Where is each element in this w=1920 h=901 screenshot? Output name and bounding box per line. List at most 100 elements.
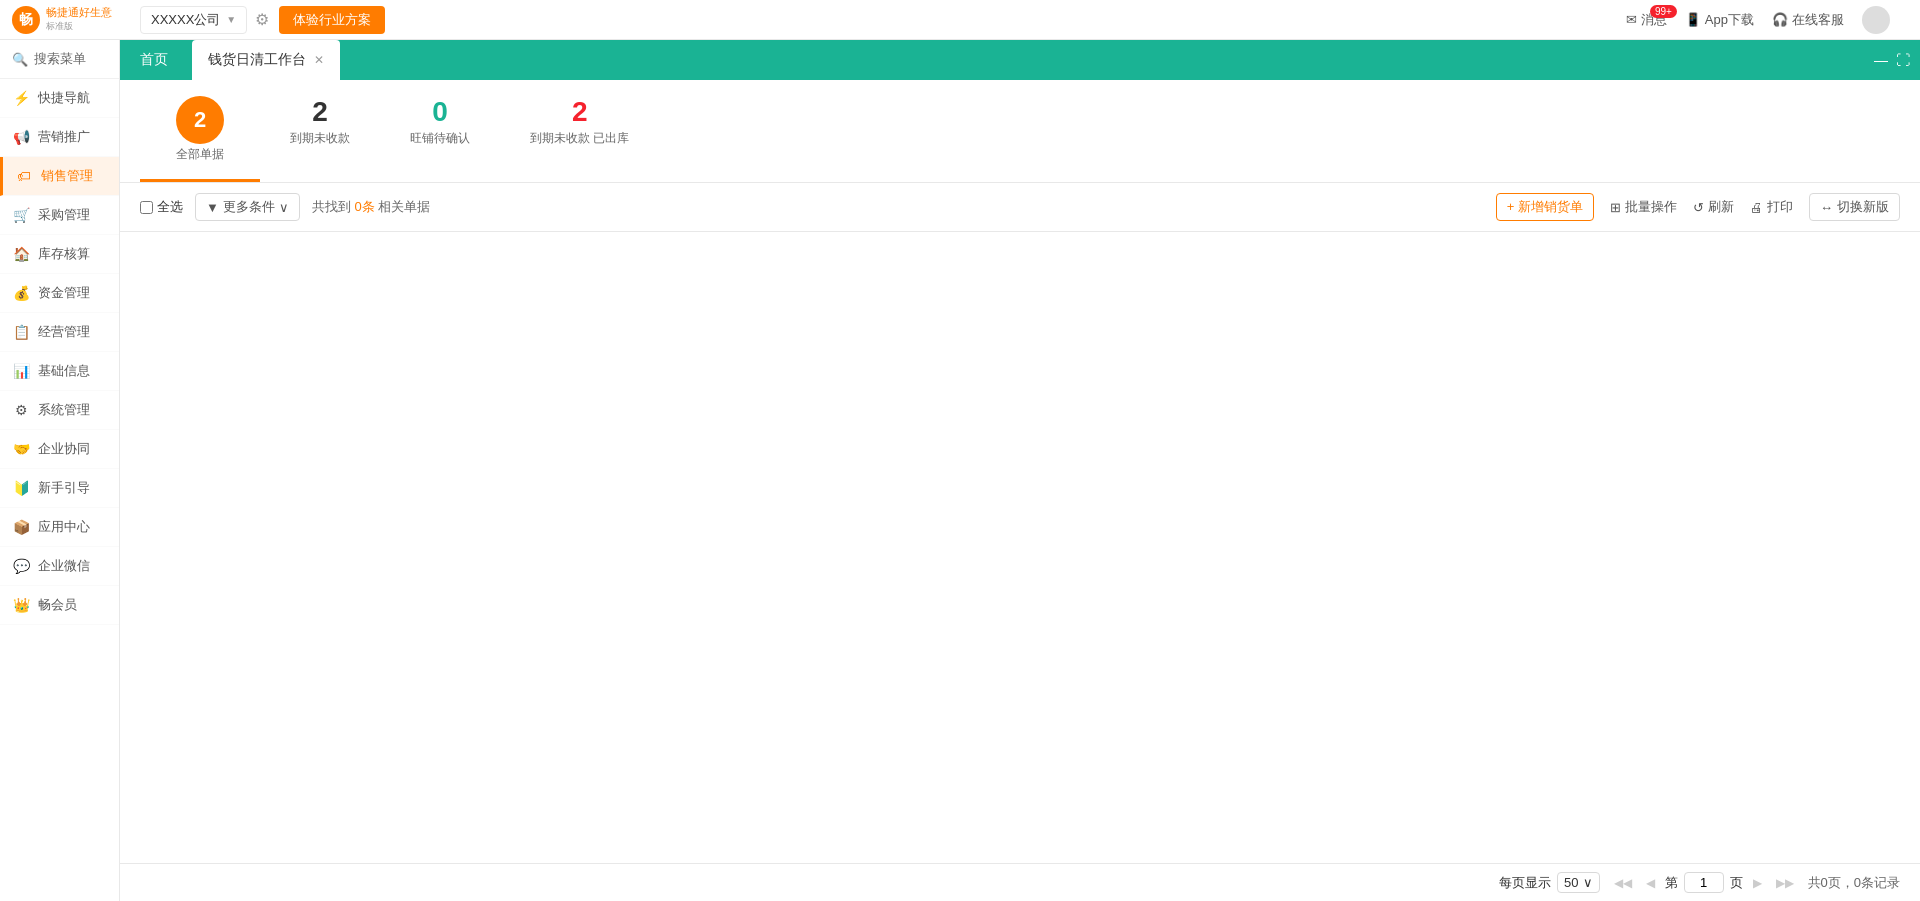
sidebar-icon-cooperation: 🤝 xyxy=(12,441,30,457)
sidebar-items: ⚡快捷导航📢营销推广 🏷 销售管理 🛒采购管理 🏠 库存核算 💰资金管理 📋 经营管理 📊基础信息… xyxy=(0,79,119,625)
sidebar-icon-basic-info: 📊 xyxy=(12,363,30,379)
industry-button[interactable]: 体验行业方案 xyxy=(279,6,385,34)
refresh-icon: ↺ xyxy=(1693,200,1704,215)
refresh-button[interactable]: ↺ 刷新 xyxy=(1693,198,1734,216)
stat-label-overdue-out: 到期未收款 已出库 xyxy=(530,130,629,147)
message-badge: 99+ xyxy=(1650,5,1677,18)
filter-label: 更多条件 xyxy=(223,198,275,216)
sidebar-label-sales: 销售管理 xyxy=(41,167,93,185)
total-info: 共0页，0条记录 xyxy=(1808,874,1900,892)
sidebar-label-purchase: 采购管理 xyxy=(38,206,90,224)
sidebar-icon-sales: 🏷 xyxy=(15,168,33,184)
page-size-dropdown[interactable]: 50 ∨ xyxy=(1557,872,1599,893)
sidebar-item-purchase[interactable]: 🛒采购管理 xyxy=(0,196,119,235)
stat-card-pending[interactable]: 0 旺铺待确认 xyxy=(380,80,500,182)
page-suffix: 页 xyxy=(1730,874,1743,892)
search-icon: 🔍 xyxy=(12,52,28,67)
sidebar-label-finance: 资金管理 xyxy=(38,284,90,302)
online-service-label: 在线客服 xyxy=(1792,11,1844,29)
stat-card-all[interactable]: 2 全部单据 xyxy=(140,80,260,182)
refresh-label: 刷新 xyxy=(1708,198,1734,216)
tab-close-icon[interactable]: ✕ xyxy=(314,53,324,67)
tab-minimize-icon[interactable]: — xyxy=(1874,52,1888,68)
tab-bar-right: — ⛶ xyxy=(1874,52,1920,68)
sidebar-icon-guide: 🔰 xyxy=(12,480,30,496)
sidebar-label-inventory: 库存核算 xyxy=(38,245,90,263)
stat-number-pending: 0 xyxy=(410,96,470,128)
sidebar: 🔍 搜索菜单 ⚡快捷导航📢营销推广 🏷 销售管理 🛒采购管理 🏠 库存核算 💰资金管理 📋 经营… xyxy=(0,40,120,901)
table-area xyxy=(120,232,1920,863)
sidebar-item-operations[interactable]: 📋 经营管理 xyxy=(0,313,119,352)
app-download-label: App下载 xyxy=(1705,11,1754,29)
batch-button[interactable]: ⊞ 批量操作 xyxy=(1610,198,1677,216)
sidebar-item-member[interactable]: 👑畅会员 xyxy=(0,586,119,625)
page-input[interactable] xyxy=(1684,872,1724,893)
sidebar-icon-operations: 📋 xyxy=(12,324,30,340)
batch-icon: ⊞ xyxy=(1610,200,1621,215)
sidebar-item-quick-nav[interactable]: ⚡快捷导航 xyxy=(0,79,119,118)
sidebar-item-cooperation[interactable]: 🤝 企业协同 xyxy=(0,430,119,469)
sidebar-item-finance[interactable]: 💰资金管理 xyxy=(0,274,119,313)
sidebar-item-inventory[interactable]: 🏠 库存核算 xyxy=(0,235,119,274)
stats-bar: 2 全部单据 2 到期未收款 0 旺铺待确认 2 到期未收款 已出库 xyxy=(120,80,1920,183)
tab-active[interactable]: 钱货日清工作台 ✕ xyxy=(192,40,340,80)
next-page-button[interactable]: ▶ xyxy=(1749,874,1766,892)
sidebar-label-app-center: 应用中心 xyxy=(38,518,90,536)
tab-active-label: 钱货日清工作台 xyxy=(208,51,306,69)
page-size-select: 每页显示 50 ∨ xyxy=(1499,872,1599,893)
main-content: 首页 钱货日清工作台 ✕ — ⛶ 2 全部单据 2 到期未收款 0 旺铺待确认 xyxy=(120,40,1920,901)
last-page-button[interactable]: ▶▶ xyxy=(1772,874,1798,892)
service-icon: 🎧 xyxy=(1772,12,1788,27)
stat-card-overdue[interactable]: 2 到期未收款 xyxy=(260,80,380,182)
stat-label-overdue: 到期未收款 xyxy=(290,130,350,147)
sidebar-label-cooperation: 企业协同 xyxy=(38,440,90,458)
switch-new-button[interactable]: ↔ 切换新版 xyxy=(1809,193,1900,221)
sidebar-search[interactable]: 🔍 搜索菜单 xyxy=(0,40,119,79)
page-nav: ◀◀ ◀ 第 页 ▶ ▶▶ xyxy=(1610,872,1798,893)
stat-number-overdue-out: 2 xyxy=(530,96,629,128)
new-sale-button[interactable]: + 新增销货单 xyxy=(1496,193,1594,221)
sidebar-icon-app-center: 📦 xyxy=(12,519,30,535)
sidebar-item-wechat[interactable]: 💬企业微信 xyxy=(0,547,119,586)
filter-chevron-icon: ∨ xyxy=(279,200,289,215)
sidebar-icon-member: 👑 xyxy=(12,597,30,613)
sidebar-item-app-center[interactable]: 📦 应用中心 xyxy=(0,508,119,547)
sidebar-label-operations: 经营管理 xyxy=(38,323,90,341)
stat-card-overdue-out[interactable]: 2 到期未收款 已出库 xyxy=(500,80,659,182)
online-service-action[interactable]: 🎧 在线客服 xyxy=(1772,11,1844,29)
app-download-icon: 📱 xyxy=(1685,12,1701,27)
message-action[interactable]: ✉ 消息 99+ xyxy=(1626,11,1667,29)
select-all-input[interactable] xyxy=(140,201,153,214)
logo-text: 畅捷通好生意 xyxy=(46,6,112,19)
logo-badge: 标准版 xyxy=(46,20,112,33)
print-button[interactable]: 🖨 打印 xyxy=(1750,198,1793,216)
avatar[interactable] xyxy=(1862,6,1890,34)
page-label: 第 xyxy=(1665,874,1678,892)
select-all-checkbox[interactable]: 全选 xyxy=(140,198,183,216)
logo-icon: 畅 xyxy=(12,6,40,34)
found-count: 0条 xyxy=(355,199,375,214)
message-icon: ✉ xyxy=(1626,12,1637,27)
sidebar-icon-inventory: 🏠 xyxy=(12,246,30,262)
prev-page-button[interactable]: ◀ xyxy=(1642,874,1659,892)
sidebar-item-sales[interactable]: 🏷 销售管理 xyxy=(0,157,119,196)
company-selector[interactable]: XXXXX公司 ▼ xyxy=(140,6,247,34)
stat-label-pending: 旺铺待确认 xyxy=(410,130,470,147)
search-label: 搜索菜单 xyxy=(34,50,86,68)
stat-label-all: 全部单据 xyxy=(170,146,230,163)
found-text: 共找到 0条 相关单据 xyxy=(312,198,430,216)
tab-expand-icon[interactable]: ⛶ xyxy=(1896,52,1910,68)
sidebar-label-marketing: 营销推广 xyxy=(38,128,90,146)
app-download-action[interactable]: 📱 App下载 xyxy=(1685,11,1754,29)
sidebar-item-guide[interactable]: 🔰新手引导 xyxy=(0,469,119,508)
settings-icon[interactable]: ⚙ xyxy=(255,10,269,29)
print-icon: 🖨 xyxy=(1750,200,1763,215)
sidebar-item-marketing[interactable]: 📢营销推广 xyxy=(0,118,119,157)
sidebar-item-basic-info[interactable]: 📊基础信息 xyxy=(0,352,119,391)
first-page-button[interactable]: ◀◀ xyxy=(1610,874,1636,892)
tab-home[interactable]: 首页 xyxy=(120,40,188,80)
stat-number-overdue: 2 xyxy=(290,96,350,128)
page-size-chevron-icon: ∨ xyxy=(1583,875,1593,890)
filter-button[interactable]: ▼ 更多条件 ∨ xyxy=(195,193,300,221)
sidebar-item-system[interactable]: ⚙系统管理 xyxy=(0,391,119,430)
